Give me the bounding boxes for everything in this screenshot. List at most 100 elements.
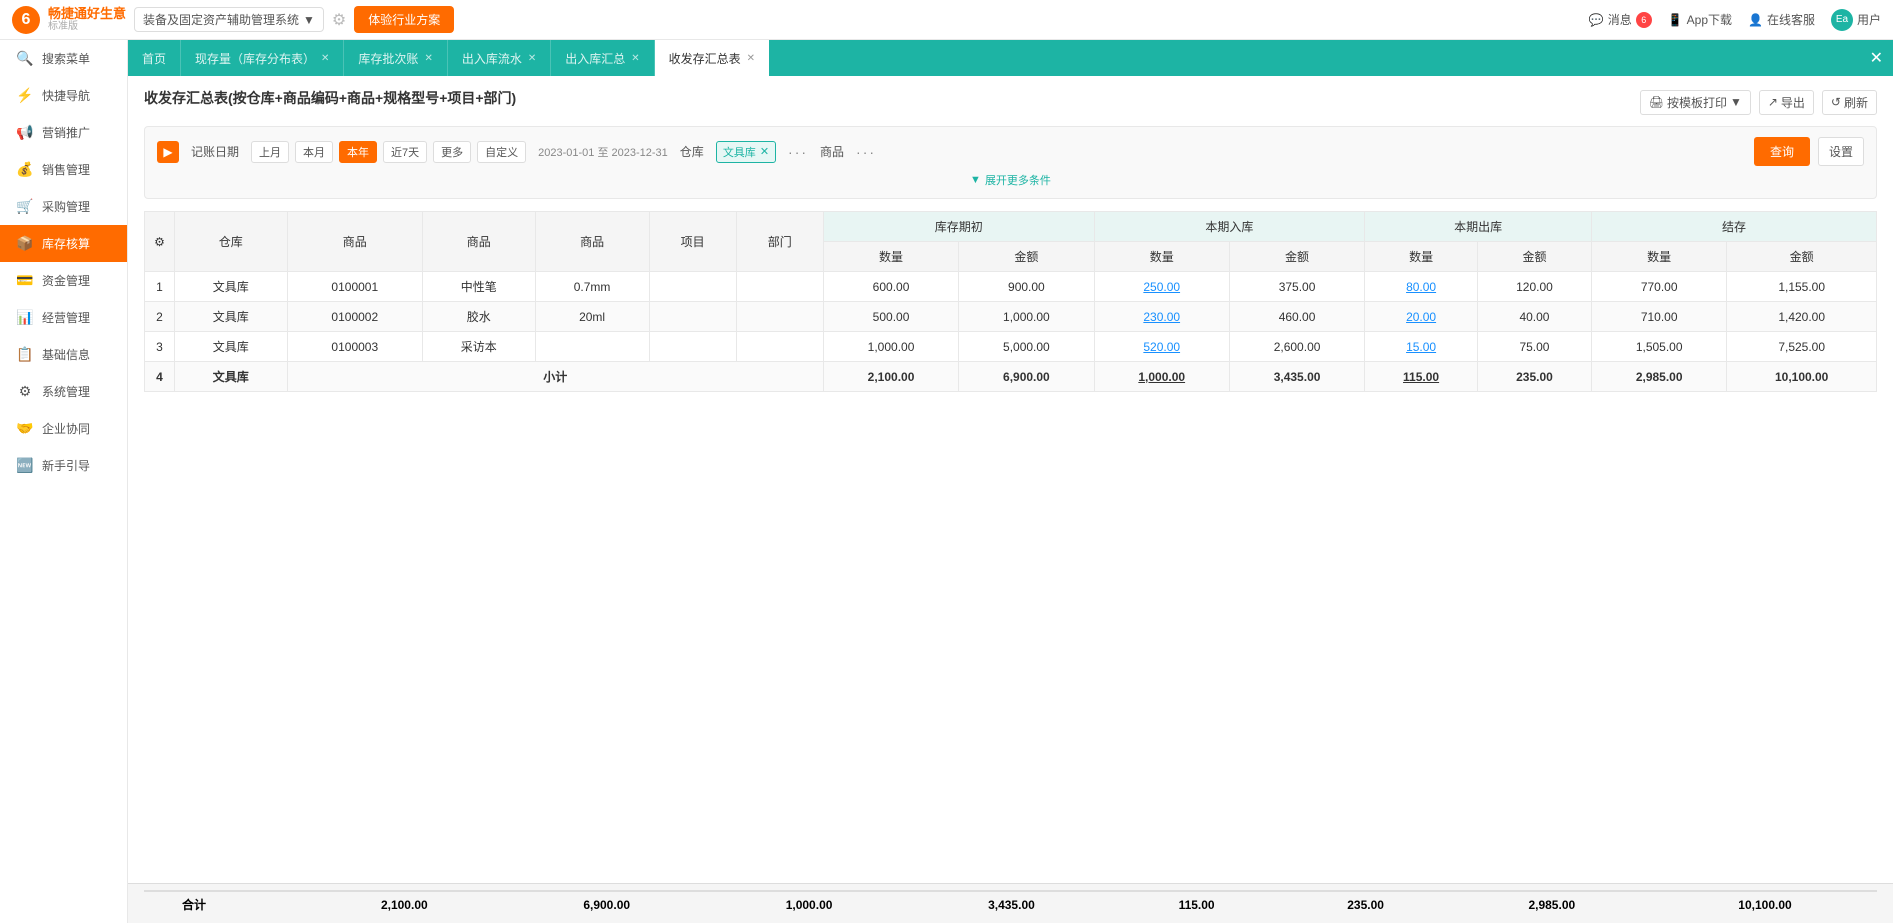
warehouse-filter-tag[interactable]: 文具库 ✕ bbox=[716, 141, 776, 163]
filter-arrow[interactable]: ▶ bbox=[157, 141, 179, 163]
total-in-qty: 1,000.00 bbox=[708, 891, 910, 917]
tab-close-inout-summary[interactable]: ✕ bbox=[631, 53, 639, 64]
date-btn-more[interactable]: 更多 bbox=[433, 141, 471, 163]
page-header-row: 收发存汇总表(按仓库+商品编码+商品+规格型号+项目+部门) 🖨 按模板打印 ▼… bbox=[144, 88, 1877, 116]
total-close-amt: 10,100.00 bbox=[1653, 891, 1877, 917]
tab-stock-dist[interactable]: 现存量（库存分布表） ✕ bbox=[181, 40, 344, 76]
header-actions: 🖨 按模板打印 ▼ ↗ 导出 ↺ 刷新 bbox=[1640, 90, 1877, 115]
tab-close-batch[interactable]: ✕ bbox=[424, 53, 432, 64]
row-open-amt: 1,000.00 bbox=[959, 302, 1094, 332]
online-service-item[interactable]: 👤 在线客服 bbox=[1748, 11, 1815, 28]
col-in-amt: 金额 bbox=[1229, 242, 1364, 272]
sidebar-item-basic[interactable]: 📋 基础信息 bbox=[0, 336, 127, 373]
date-btn-last-month[interactable]: 上月 bbox=[251, 141, 289, 163]
row-out-qty[interactable]: 15.00 bbox=[1365, 332, 1478, 362]
tab-close-inout-flow[interactable]: ✕ bbox=[528, 53, 536, 64]
print-button[interactable]: 🖨 按模板打印 ▼ bbox=[1640, 90, 1751, 115]
date-btn-custom[interactable]: 自定义 bbox=[477, 141, 526, 163]
row-goods-code: 0100001 bbox=[287, 272, 422, 302]
tab-receive-summary[interactable]: 收发存汇总表 ✕ bbox=[655, 40, 769, 76]
row-out-amt: 75.00 bbox=[1477, 332, 1591, 362]
col-project: 项目 bbox=[649, 212, 736, 272]
sidebar-item-system[interactable]: ⚙ 系统管理 bbox=[0, 373, 127, 410]
row-goods-code: 0100003 bbox=[287, 332, 422, 362]
row-warehouse: 文具库 bbox=[175, 302, 288, 332]
sidebar-item-marketing[interactable]: 📢 营销推广 bbox=[0, 114, 127, 151]
tab-batch[interactable]: 库存批次账 ✕ bbox=[344, 40, 447, 76]
sidebar-label-finance: 资金管理 bbox=[42, 272, 90, 289]
date-btn-this-year[interactable]: 本年 bbox=[339, 141, 377, 163]
message-badge: 6 bbox=[1636, 12, 1652, 28]
sidebar-label-guide: 新手引导 bbox=[42, 457, 90, 474]
system-icon: ⚙ bbox=[16, 383, 34, 400]
col-out: 本期出库 bbox=[1365, 212, 1592, 242]
col-warehouse: 仓库 bbox=[175, 212, 288, 272]
sidebar-item-sales[interactable]: 💰 销售管理 bbox=[0, 151, 127, 188]
settings-icon[interactable]: ⚙ bbox=[332, 10, 346, 30]
settings-button[interactable]: 设置 bbox=[1818, 137, 1864, 166]
row-close-amt: 1,155.00 bbox=[1727, 272, 1877, 302]
operations-icon: 📊 bbox=[16, 309, 34, 326]
data-table: ⚙ 仓库 商品 商品 商品 项目 部门 库存期初 本期入库 本期出库 结存 bbox=[144, 211, 1877, 392]
tab-inout-flow[interactable]: 出入库流水 ✕ bbox=[448, 40, 551, 76]
col-goods-spec: 商品 bbox=[535, 212, 649, 272]
tab-close-receive-summary[interactable]: ✕ bbox=[747, 53, 755, 64]
guide-icon: 🆕 bbox=[16, 457, 34, 474]
warehouse-remove-icon[interactable]: ✕ bbox=[760, 145, 769, 158]
sidebar-item-quick[interactable]: ⚡ 快捷导航 bbox=[0, 77, 127, 114]
chevron-down-icon: ▼ bbox=[303, 13, 315, 27]
message-item[interactable]: 💬 消息 6 bbox=[1589, 11, 1652, 28]
warehouse-more-dots[interactable]: ··· bbox=[788, 144, 808, 160]
system-select[interactable]: 装备及固定资产辅助管理系统 ▼ bbox=[134, 7, 324, 32]
goods-more-dots[interactable]: ··· bbox=[856, 144, 876, 160]
expand-btn[interactable]: ▼ 展开更多条件 bbox=[157, 172, 1864, 188]
sidebar-label-operations: 经营管理 bbox=[42, 309, 90, 326]
date-btn-this-month[interactable]: 本月 bbox=[295, 141, 333, 163]
col-close-amt: 金额 bbox=[1727, 242, 1877, 272]
tabs-close-all[interactable]: ✕ bbox=[1860, 48, 1893, 68]
sidebar-label-inventory: 库存核算 bbox=[42, 235, 90, 252]
tab-close-stock-dist[interactable]: ✕ bbox=[321, 53, 329, 64]
filter-row: ▶ 记账日期 上月 本月 本年 近7天 更多 自定义 2023-01-01 至 … bbox=[157, 137, 1864, 166]
total-label: 合计 bbox=[174, 891, 303, 917]
table-settings-col[interactable]: ⚙ bbox=[145, 212, 175, 272]
marketing-icon: 📢 bbox=[16, 124, 34, 141]
tab-home[interactable]: 首页 bbox=[128, 40, 181, 76]
app-download-item[interactable]: 📱 App下载 bbox=[1668, 11, 1732, 28]
row-close-amt: 7,525.00 bbox=[1727, 332, 1877, 362]
date-btn-7days[interactable]: 近7天 bbox=[383, 141, 427, 163]
sidebar-item-purchase[interactable]: 🛒 采购管理 bbox=[0, 188, 127, 225]
page-content: 收发存汇总表(按仓库+商品编码+商品+规格型号+项目+部门) 🖨 按模板打印 ▼… bbox=[128, 76, 1893, 883]
sidebar-item-guide[interactable]: 🆕 新手引导 bbox=[0, 447, 127, 484]
sidebar-item-finance[interactable]: 💳 资金管理 bbox=[0, 262, 127, 299]
chevron-down-icon3: ▼ bbox=[970, 174, 981, 186]
subtotal-open-amt: 6,900.00 bbox=[959, 362, 1094, 392]
col-in: 本期入库 bbox=[1094, 212, 1365, 242]
quick-icon: ⚡ bbox=[16, 87, 34, 104]
row-out-qty[interactable]: 20.00 bbox=[1365, 302, 1478, 332]
trial-button[interactable]: 体验行业方案 bbox=[354, 6, 454, 33]
table-row: 1 文具库 0100001 中性笔 0.7mm 600.00 900.00 25… bbox=[145, 272, 1877, 302]
tab-inout-summary[interactable]: 出入库汇总 ✕ bbox=[551, 40, 654, 76]
row-in-qty[interactable]: 250.00 bbox=[1094, 272, 1229, 302]
sidebar-item-inventory[interactable]: 📦 库存核算 bbox=[0, 225, 127, 262]
date-filter-label: 记账日期 bbox=[191, 143, 239, 160]
row-out-qty[interactable]: 80.00 bbox=[1365, 272, 1478, 302]
user-item[interactable]: Ea 用户 bbox=[1831, 9, 1881, 31]
content-area: 首页 现存量（库存分布表） ✕ 库存批次账 ✕ 出入库流水 ✕ 出入库汇总 ✕ bbox=[128, 40, 1893, 923]
row-open-qty: 1,000.00 bbox=[823, 332, 958, 362]
user-avatar: Ea bbox=[1831, 9, 1853, 31]
logo-icon: 6 bbox=[12, 6, 40, 34]
sidebar-item-enterprise[interactable]: 🤝 企业协同 bbox=[0, 410, 127, 447]
sidebar-item-operations[interactable]: 📊 经营管理 bbox=[0, 299, 127, 336]
mobile-icon: 📱 bbox=[1668, 13, 1683, 27]
refresh-button[interactable]: ↺ 刷新 bbox=[1822, 90, 1877, 115]
row-in-qty[interactable]: 230.00 bbox=[1094, 302, 1229, 332]
query-button[interactable]: 查询 bbox=[1754, 137, 1810, 166]
row-project bbox=[649, 272, 736, 302]
row-close-qty: 770.00 bbox=[1592, 272, 1727, 302]
export-button[interactable]: ↗ 导出 bbox=[1759, 90, 1814, 115]
row-in-qty[interactable]: 520.00 bbox=[1094, 332, 1229, 362]
total-in-amt: 3,435.00 bbox=[910, 891, 1112, 917]
sidebar-item-search[interactable]: 🔍 搜索菜单 bbox=[0, 40, 127, 77]
